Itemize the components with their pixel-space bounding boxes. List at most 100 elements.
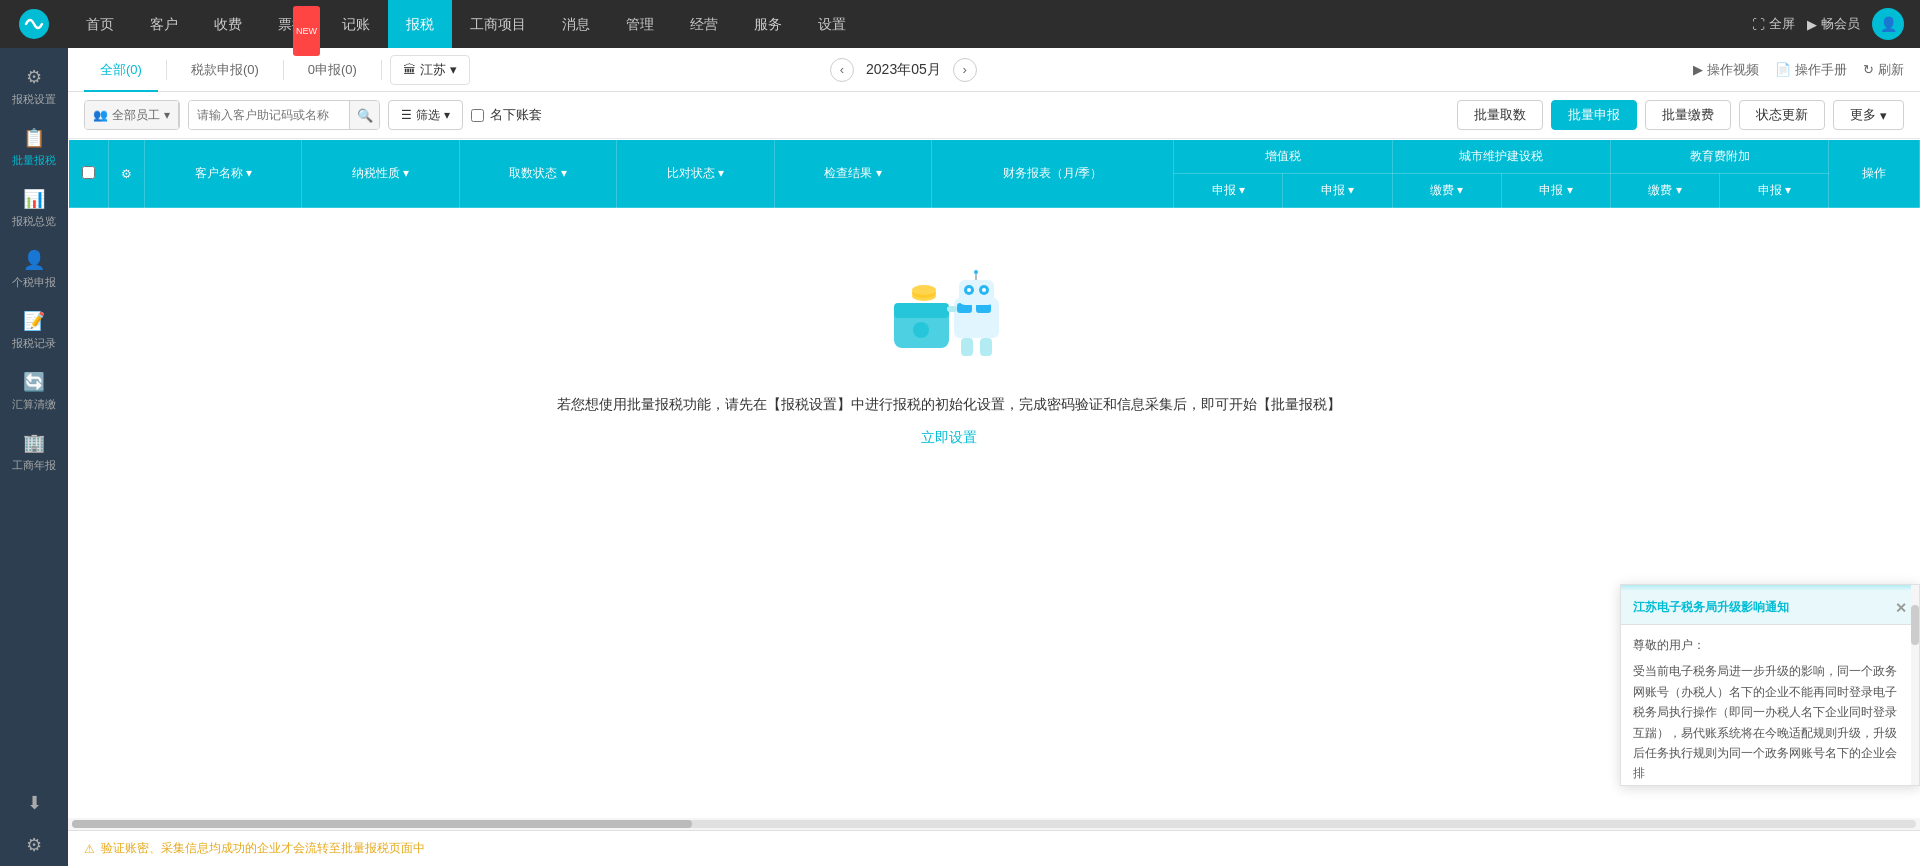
fullscreen-icon: ⛶ bbox=[1752, 17, 1765, 32]
th-vat: 增值税 bbox=[1174, 140, 1392, 174]
sidebar-label-personal-tax: 个税申报 bbox=[12, 275, 56, 290]
setup-link[interactable]: 立即设置 bbox=[921, 429, 977, 447]
nav-business[interactable]: 工商项目 bbox=[452, 0, 544, 48]
sidebar-item-personal-tax[interactable]: 👤 个税申报 bbox=[0, 239, 68, 300]
settlement-icon: 🔄 bbox=[23, 371, 45, 393]
app-logo[interactable] bbox=[16, 6, 52, 42]
refresh-link[interactable]: ↻ 刷新 bbox=[1863, 61, 1904, 79]
th-settings[interactable]: ⚙ bbox=[109, 140, 145, 208]
th-fetch-status: 取数状态 ▾ bbox=[459, 140, 616, 208]
sidebar-label-batch-tax: 批量报税 bbox=[12, 153, 56, 168]
filter-icon-check[interactable]: ▾ bbox=[876, 166, 882, 180]
filter-icon-vat-pay[interactable]: ▾ bbox=[1348, 183, 1354, 197]
svg-rect-17 bbox=[961, 338, 973, 356]
notification-close-button[interactable]: ✕ bbox=[1895, 600, 1907, 616]
svg-point-6 bbox=[912, 285, 936, 295]
empty-text: 若您想使用批量报税功能，请先在【报税设置】中进行报税的初始化设置，完成密码验证和… bbox=[557, 392, 1341, 417]
svg-rect-19 bbox=[947, 306, 957, 312]
filter-icon-tax-nature[interactable]: ▾ bbox=[403, 166, 409, 180]
new-badge: NEW bbox=[293, 6, 320, 56]
chevron-down-icon: ▾ bbox=[450, 62, 457, 77]
sidebar-item-batch-tax[interactable]: 📋 批量报税 bbox=[0, 117, 68, 178]
tab-tax-declaration[interactable]: 税款申报(0) bbox=[175, 48, 275, 92]
th-edu-pay: 申报 ▾ bbox=[1720, 174, 1829, 208]
nav-manage[interactable]: 管理 bbox=[608, 0, 672, 48]
more-chevron-icon: ▾ bbox=[1880, 108, 1887, 123]
batch-tax-icon: 📋 bbox=[23, 127, 45, 149]
svg-rect-18 bbox=[980, 338, 992, 356]
filter-icon-city-pay[interactable]: ▾ bbox=[1567, 183, 1573, 197]
next-month-button[interactable]: › bbox=[953, 58, 977, 82]
fullscreen-button[interactable]: ⛶ 全屏 bbox=[1752, 15, 1795, 33]
account-checkbox-label[interactable]: 名下账套 bbox=[471, 106, 542, 124]
horizontal-scrollbar[interactable] bbox=[68, 818, 1920, 830]
top-nav-right: ⛶ 全屏 ▶ 畅会员 👤 bbox=[1752, 8, 1904, 40]
filter-icon-edu-pay[interactable]: ▾ bbox=[1785, 183, 1791, 197]
th-financial-report: 财务报表（月/季） bbox=[932, 140, 1174, 208]
filter-icon-city-declare[interactable]: ▾ bbox=[1457, 183, 1463, 197]
sidebar-item-tax-record[interactable]: 📝 报税记录 bbox=[0, 300, 68, 361]
nav-tax[interactable]: 报税 bbox=[388, 0, 452, 48]
nav-bookkeeping[interactable]: 记账 bbox=[324, 0, 388, 48]
prev-month-button[interactable]: ‹ bbox=[830, 58, 854, 82]
sidebar-label-tax-overview: 报税总览 bbox=[12, 214, 56, 229]
download-icon: ⬇ bbox=[23, 792, 45, 814]
nav-operation[interactable]: 经营 bbox=[672, 0, 736, 48]
employee-selector[interactable]: 👥 全部员工 ▾ bbox=[84, 100, 180, 130]
robot-illustration bbox=[889, 268, 1009, 368]
nav-customer[interactable]: 客户 bbox=[132, 0, 196, 48]
th-edu-declare: 缴费 ▾ bbox=[1611, 174, 1720, 208]
scrollbar-track bbox=[72, 820, 1916, 828]
more-button[interactable]: 更多 ▾ bbox=[1833, 100, 1904, 130]
status-update-button[interactable]: 状态更新 bbox=[1739, 100, 1825, 130]
sidebar-item-annual-report[interactable]: 🏢 工商年报 bbox=[0, 422, 68, 483]
search-button[interactable]: 🔍 bbox=[349, 100, 379, 130]
operation-manual-link[interactable]: 📄 操作手册 bbox=[1775, 61, 1847, 79]
play-icon: ▶ bbox=[1807, 17, 1817, 32]
tab-all[interactable]: 全部(0) bbox=[84, 48, 158, 92]
personal-tax-icon: 👤 bbox=[23, 249, 45, 271]
nav-invoice[interactable]: 票据 NEW bbox=[260, 0, 324, 48]
th-education-tax: 教育费附加 bbox=[1611, 140, 1829, 174]
nav-message[interactable]: 消息 bbox=[544, 0, 608, 48]
filter-icon-client[interactable]: ▾ bbox=[246, 166, 252, 180]
sidebar-item-tax-overview[interactable]: 📊 报税总览 bbox=[0, 178, 68, 239]
search-input[interactable] bbox=[189, 101, 349, 129]
sidebar-label-tax-record: 报税记录 bbox=[12, 336, 56, 351]
svg-point-13 bbox=[967, 288, 971, 292]
scrollbar-thumb[interactable] bbox=[72, 820, 692, 828]
current-month: 2023年05月 bbox=[866, 61, 941, 79]
batch-declare-button[interactable]: 批量申报 bbox=[1551, 100, 1637, 130]
filter-icon-vat-declare[interactable]: ▾ bbox=[1239, 183, 1245, 197]
notification-scroll-thumb bbox=[1911, 605, 1919, 645]
main-table: ⚙ 客户名称 ▾ 纳税性质 ▾ 取数状态 ▾ bbox=[68, 139, 1920, 507]
top-navigation: 首页 客户 收费 票据 NEW 记账 报税 工商项目 消息 管理 经营 服务 设… bbox=[0, 0, 1920, 48]
notification-body: 尊敬的用户： 受当前电子税务局进一步升级的影响，同一个政务网账号（办税人）名下的… bbox=[1621, 625, 1919, 785]
filter-icon-fetch[interactable]: ▾ bbox=[561, 166, 567, 180]
nav-service[interactable]: 服务 bbox=[736, 0, 800, 48]
batch-fetch-button[interactable]: 批量取数 bbox=[1457, 100, 1543, 130]
operation-video-link[interactable]: ▶ 操作视频 bbox=[1693, 61, 1759, 79]
nav-settings[interactable]: 设置 bbox=[800, 0, 864, 48]
filter-button[interactable]: ☰ 筛选 ▾ bbox=[388, 100, 463, 130]
sidebar-item-settlement[interactable]: 🔄 汇算清缴 bbox=[0, 361, 68, 422]
notification-title: 江苏电子税务局升级影响通知 bbox=[1633, 599, 1789, 616]
notification-scrollbar[interactable] bbox=[1911, 585, 1919, 785]
th-checkbox[interactable] bbox=[69, 140, 109, 208]
filter-icon-edu-declare[interactable]: ▾ bbox=[1676, 183, 1682, 197]
member-button[interactable]: ▶ 畅会员 bbox=[1807, 15, 1860, 33]
nav-home[interactable]: 首页 bbox=[68, 0, 132, 48]
tab-divider-1 bbox=[166, 60, 167, 80]
sidebar-item-settings[interactable]: ⚙ bbox=[0, 824, 68, 866]
svg-point-14 bbox=[982, 288, 986, 292]
region-selector[interactable]: 🏛 江苏 ▾ bbox=[390, 55, 470, 85]
account-checkbox[interactable] bbox=[471, 109, 484, 122]
tab-divider-2 bbox=[283, 60, 284, 80]
batch-pay-button[interactable]: 批量缴费 bbox=[1645, 100, 1731, 130]
sidebar-item-download[interactable]: ⬇ bbox=[0, 782, 68, 824]
nav-fee[interactable]: 收费 bbox=[196, 0, 260, 48]
user-avatar[interactable]: 👤 bbox=[1872, 8, 1904, 40]
sidebar-item-tax-settings[interactable]: ⚙ 报税设置 bbox=[0, 56, 68, 117]
select-all-checkbox[interactable] bbox=[82, 166, 95, 179]
filter-icon-compare[interactable]: ▾ bbox=[718, 166, 724, 180]
